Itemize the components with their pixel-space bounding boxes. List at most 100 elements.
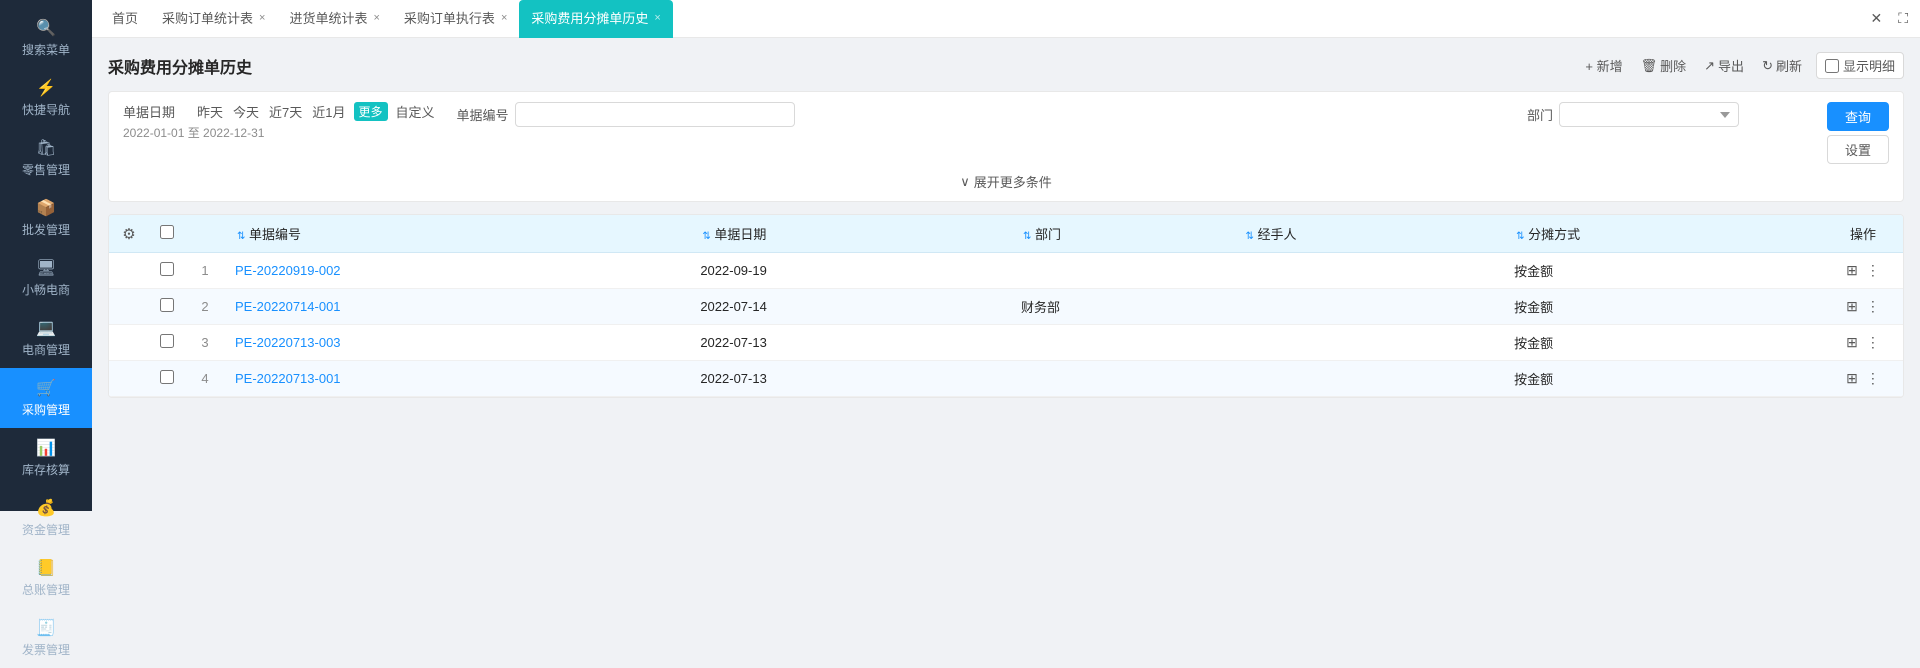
sidebar-item-finance[interactable]: 💰资金管理 [0, 488, 92, 548]
bill-no-link-0[interactable]: PE-20220919-002 [235, 263, 341, 278]
row-dept-0 [1011, 253, 1233, 289]
ecom-icon: 💻 [4, 318, 88, 338]
sidebar-item-retail[interactable]: 🛍零售管理 [0, 128, 92, 188]
delete-btn[interactable]: 🗑 删除 [1637, 54, 1691, 77]
date-7days[interactable]: 近7天 [267, 102, 304, 121]
tab-close-purchase-cost-history[interactable]: × [654, 12, 660, 24]
split-method-col-header[interactable]: ⇅ 分摊方式 [1504, 215, 1823, 253]
sidebar-item-ecom-small[interactable]: 🖥小畅电商 [0, 248, 92, 308]
op-icons-2: ⊞ ⋮ [1833, 334, 1893, 351]
add-btn[interactable]: + 新增 [1581, 54, 1626, 77]
bill-date-col-header[interactable]: ⇅ 单据日期 [690, 215, 1011, 253]
close-window-btn[interactable]: ✕ [1866, 6, 1886, 31]
date-yesterday[interactable]: 昨天 [195, 102, 225, 121]
sidebar-item-ledger[interactable]: 📒总账管理 [0, 548, 92, 608]
bill-no-filter-group: 单据编号 [457, 102, 1507, 127]
bill-no-link-2[interactable]: PE-20220713-003 [235, 335, 341, 350]
finance-icon: 💰 [4, 498, 88, 518]
bill-no-input[interactable] [515, 102, 795, 127]
sidebar-item-search[interactable]: 🔍搜索菜单 [0, 8, 92, 68]
dept-label: 部门 [1527, 105, 1553, 124]
row-checkbox-3[interactable] [160, 370, 174, 384]
tab-purchase-order-stats[interactable]: 采购订单统计表× [150, 0, 277, 38]
date-custom[interactable]: 自定义 [394, 102, 437, 121]
show-cols-checkbox[interactable] [1825, 59, 1839, 73]
refresh-btn[interactable]: ↻ 刷新 [1758, 54, 1806, 77]
view-icon-2[interactable]: ⊞ [1846, 334, 1858, 351]
invoice-icon: 🧾 [4, 618, 88, 638]
handler-col-header[interactable]: ⇅ 经手人 [1233, 215, 1504, 253]
row-settings-2 [109, 325, 149, 361]
filter-main-row: 单据日期 昨天 今天 近7天 近1月 更多 自定义 2022-01-01 至 2… [123, 102, 1889, 164]
tab-label-goods-stats: 进货单统计表 [289, 8, 367, 27]
row-checkbox-1[interactable] [160, 298, 174, 312]
tab-goods-stats[interactable]: 进货单统计表 × [277, 0, 391, 38]
dept-col-header[interactable]: ⇅ 部门 [1011, 215, 1233, 253]
delete-icon: 🗑 [1641, 58, 1658, 74]
sidebar-item-wholesale[interactable]: 📦批发管理 [0, 188, 92, 248]
more-icon-2[interactable]: ⋮ [1866, 334, 1880, 351]
tab-actions: ✕ ⛶ [1866, 6, 1912, 31]
view-icon-1[interactable]: ⊞ [1846, 298, 1858, 315]
export-btn[interactable]: ↗ 导出 [1700, 54, 1748, 77]
settings-btn[interactable]: 设置 [1827, 135, 1889, 164]
bill-no-link-3[interactable]: PE-20220713-001 [235, 371, 341, 386]
more-icon-0[interactable]: ⋮ [1866, 262, 1880, 279]
tab-purchase-order-exec[interactable]: 采购订单执行表× [392, 0, 519, 38]
tab-close-goods-stats[interactable]: × [373, 12, 379, 24]
row-dept-3 [1011, 361, 1233, 397]
sidebar-item-invoice[interactable]: 🧾发票管理 [0, 608, 92, 668]
sidebar-item-purchase[interactable]: 🛒采购管理 [0, 368, 92, 428]
view-icon-3[interactable]: ⊞ [1846, 370, 1858, 387]
more-icon-1[interactable]: ⋮ [1866, 298, 1880, 315]
index-col-header [185, 215, 225, 253]
op-icons-3: ⊞ ⋮ [1833, 370, 1893, 387]
row-bill-no-0: PE-20220919-002 [225, 253, 690, 289]
bill-no-col-header[interactable]: ⇅ 单据编号 [225, 215, 690, 253]
content-area: 采购费用分摊单历史 + 新增 🗑 删除 ↗ 导出 ↻ 刷新 显示明细 [92, 38, 1920, 511]
view-icon-0[interactable]: ⊞ [1846, 262, 1858, 279]
row-op-2: ⊞ ⋮ [1823, 325, 1903, 361]
select-all-checkbox[interactable] [160, 225, 174, 239]
sort-icon: ⇅ [1023, 231, 1031, 242]
row-dept-2 [1011, 325, 1233, 361]
date-more[interactable]: 更多 [354, 102, 388, 121]
row-split-method-1: 按金额 [1504, 289, 1823, 325]
row-checkbox-2[interactable] [160, 334, 174, 348]
tab-close-purchase-order-exec[interactable]: × [501, 12, 507, 24]
row-checkbox-0[interactable] [160, 262, 174, 276]
dept-filter-group: 部门 [1527, 102, 1807, 127]
tab-home[interactable]: 首页 [100, 0, 150, 38]
main-content: 首页采购订单统计表×进货单统计表×采购订单执行表×采购费用分摊单历史× ✕ ⛶ … [92, 0, 1920, 511]
sidebar-item-nav[interactable]: ⚡快捷导航 [0, 68, 92, 128]
date-label: 单据日期 [123, 102, 175, 121]
date-today[interactable]: 今天 [231, 102, 261, 121]
row-bill-date-1: 2022-07-14 [690, 289, 1011, 325]
wholesale-icon: 📦 [4, 198, 88, 218]
settings-col-header: ⚙ [109, 215, 149, 253]
toolbar: + 新增 🗑 删除 ↗ 导出 ↻ 刷新 显示明细 [1581, 52, 1904, 79]
chevron-down-icon: ∨ [960, 174, 970, 190]
filter-actions: 查询 设置 [1827, 102, 1889, 164]
maximize-btn[interactable]: ⛶ [1894, 6, 1912, 31]
tab-close-purchase-order-stats[interactable]: × [259, 12, 265, 24]
table-row: 2 PE-20220714-001 2022-07-14 财务部 按金额 ⊞ ⋮ [109, 289, 1903, 325]
query-btn[interactable]: 查询 [1827, 102, 1889, 131]
show-cols-checkbox-label[interactable]: 显示明细 [1816, 52, 1904, 79]
row-bill-no-1: PE-20220714-001 [225, 289, 690, 325]
sidebar-item-ecom[interactable]: 💻电商管理 [0, 308, 92, 368]
column-settings-icon[interactable]: ⚙ [122, 226, 135, 243]
row-checkbox-cell-0 [149, 253, 185, 289]
sort-icon: ⇅ [702, 231, 710, 242]
purchase-icon: 🛒 [4, 378, 88, 398]
bill-no-link-1[interactable]: PE-20220714-001 [235, 299, 341, 314]
row-handler-3 [1233, 361, 1504, 397]
expand-more-btn[interactable]: ∨ 展开更多条件 [123, 172, 1889, 191]
more-icon-3[interactable]: ⋮ [1866, 370, 1880, 387]
dept-select[interactable] [1559, 102, 1739, 127]
sidebar-item-inventory[interactable]: 📊库存核算 [0, 428, 92, 488]
filter-area: 单据日期 昨天 今天 近7天 近1月 更多 自定义 2022-01-01 至 2… [108, 91, 1904, 202]
row-handler-1 [1233, 289, 1504, 325]
date-1month[interactable]: 近1月 [310, 102, 347, 121]
tab-purchase-cost-history[interactable]: 采购费用分摊单历史× [519, 0, 672, 38]
